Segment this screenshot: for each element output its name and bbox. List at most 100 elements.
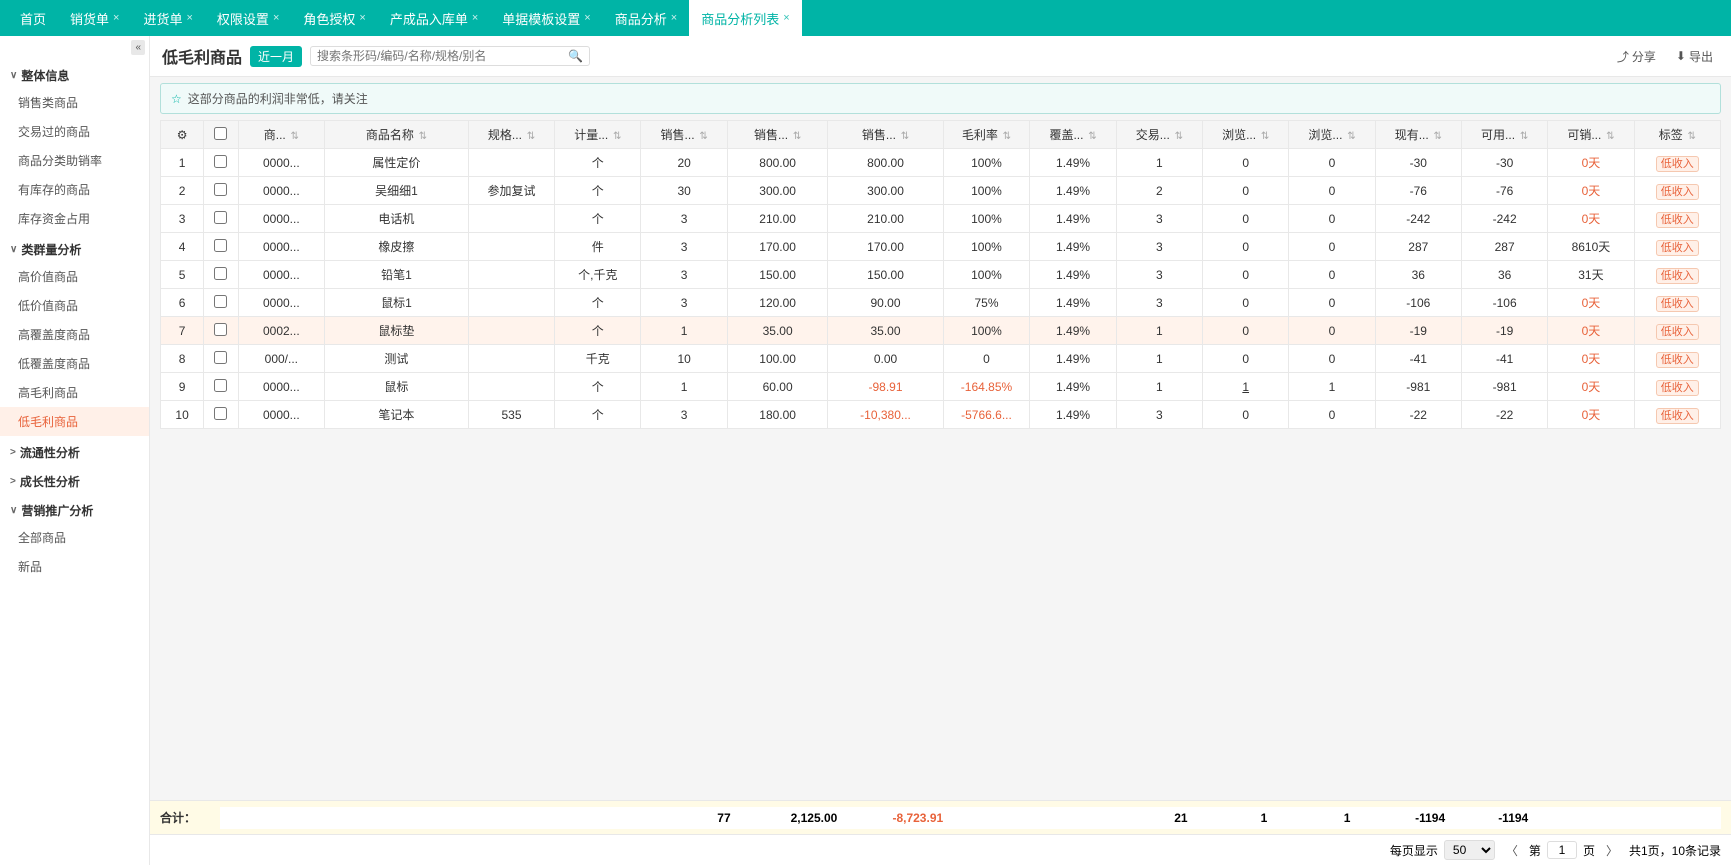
row-tag[interactable]: 低收入 <box>1634 177 1720 205</box>
nav-item-商品分析列表[interactable]: 商品分析列表× <box>689 0 801 36</box>
row-checkbox[interactable] <box>204 345 239 373</box>
row-select-checkbox[interactable] <box>214 155 227 168</box>
export-button[interactable]: ⬇ 导出 <box>1670 46 1719 67</box>
per-page-select[interactable]: 102050100 <box>1444 840 1495 860</box>
row-cover: 1.49% <box>1030 317 1116 345</box>
table-header-16[interactable]: 可销... ⇅ <box>1548 121 1634 149</box>
nav-item-权限设置[interactable]: 权限设置× <box>205 0 291 36</box>
close-icon[interactable]: × <box>359 12 365 24</box>
page-input[interactable] <box>1547 841 1577 859</box>
row-select-checkbox[interactable] <box>214 183 227 196</box>
row-checkbox[interactable] <box>204 149 239 177</box>
row-tag[interactable]: 低收入 <box>1634 149 1720 177</box>
nav-item-产成品入库单[interactable]: 产成品入库单× <box>378 0 490 36</box>
sidebar-item-高价值商品[interactable]: 高价值商品 <box>0 262 149 291</box>
sidebar-item-全部商品[interactable]: 全部商品 <box>0 523 149 552</box>
sidebar-item-低覆盖度商品[interactable]: 低覆盖度商品 <box>0 349 149 378</box>
nav-item-首页[interactable]: 首页 <box>8 0 58 36</box>
close-icon[interactable]: × <box>584 12 590 24</box>
row-view1-link[interactable]: 1 <box>1242 380 1249 394</box>
row-checkbox[interactable] <box>204 317 239 345</box>
row-view1: 0 <box>1203 401 1289 429</box>
row-tag[interactable]: 低收入 <box>1634 401 1720 429</box>
table-header-15[interactable]: 可用... ⇅ <box>1461 121 1547 149</box>
table-header-6[interactable]: 销售... ⇅ <box>641 121 727 149</box>
table-header-3[interactable]: 商品名称 ⇅ <box>324 121 468 149</box>
table-header-11[interactable]: 交易... ⇅ <box>1116 121 1202 149</box>
nav-item-进货单[interactable]: 进货单× <box>131 0 204 36</box>
sidebar-item-销售类商品[interactable]: 销售类商品 <box>0 88 149 117</box>
nav-item-单据模板设置[interactable]: 单据模板设置× <box>490 0 602 36</box>
sidebar-group-流通性分析[interactable]: >流通性分析 <box>0 436 149 465</box>
sidebar-group-成长性分析[interactable]: >成长性分析 <box>0 465 149 494</box>
row-checkbox[interactable] <box>204 261 239 289</box>
close-icon[interactable]: × <box>671 12 677 24</box>
nav-item-角色授权[interactable]: 角色授权× <box>291 0 377 36</box>
table-header-5[interactable]: 计量... ⇅ <box>555 121 641 149</box>
sidebar-item-低毛利商品[interactable]: 低毛利商品 <box>0 407 149 436</box>
row-select-checkbox[interactable] <box>214 407 227 420</box>
row-tag[interactable]: 低收入 <box>1634 373 1720 401</box>
select-all-checkbox[interactable] <box>214 127 227 140</box>
table-header-14[interactable]: 现有... ⇅ <box>1375 121 1461 149</box>
table-header-2[interactable]: 商... ⇅ <box>238 121 324 149</box>
row-select-checkbox[interactable] <box>214 239 227 252</box>
search-icon[interactable]: 🔍 <box>568 49 583 63</box>
sidebar-item-有库存的商品[interactable]: 有库存的商品 <box>0 175 149 204</box>
search-input[interactable] <box>317 49 568 63</box>
row-tag[interactable]: 低收入 <box>1634 261 1720 289</box>
row-tag[interactable]: 低收入 <box>1634 205 1720 233</box>
close-icon[interactable]: × <box>186 12 192 24</box>
share-button[interactable]: ⤴ 分享 <box>1611 46 1662 67</box>
sidebar-collapse-button[interactable]: « <box>131 40 145 55</box>
sidebar-group-类群量分析[interactable]: ∨类群量分析 <box>0 233 149 262</box>
close-icon[interactable]: × <box>113 12 119 24</box>
row-select-checkbox[interactable] <box>214 211 227 224</box>
sidebar-group-整体信息[interactable]: ∨整体信息 <box>0 59 149 88</box>
row-checkbox[interactable] <box>204 401 239 429</box>
next-page-button[interactable]: 〉 <box>1601 841 1623 860</box>
row-tag[interactable]: 低收入 <box>1634 233 1720 261</box>
time-tag-button[interactable]: 近一月 <box>250 46 302 67</box>
sidebar-item-高毛利商品[interactable]: 高毛利商品 <box>0 378 149 407</box>
row-tag[interactable]: 低收入 <box>1634 289 1720 317</box>
row-checkbox[interactable] <box>204 373 239 401</box>
nav-item-商品分析[interactable]: 商品分析× <box>603 0 689 36</box>
table-header-10[interactable]: 覆盖... ⇅ <box>1030 121 1116 149</box>
settings-icon[interactable]: ⚙ <box>177 128 188 142</box>
sidebar-item-高覆盖度商品[interactable]: 高覆盖度商品 <box>0 320 149 349</box>
sidebar-group-营销推广分析[interactable]: ∨营销推广分析 <box>0 494 149 523</box>
row-tag[interactable]: 低收入 <box>1634 317 1720 345</box>
row-view1: 0 <box>1203 289 1289 317</box>
row-select-checkbox[interactable] <box>214 323 227 336</box>
table-header-12[interactable]: 浏览... ⇅ <box>1203 121 1289 149</box>
row-select-checkbox[interactable] <box>214 379 227 392</box>
row-checkbox[interactable] <box>204 289 239 317</box>
row-select-checkbox[interactable] <box>214 295 227 308</box>
row-checkbox[interactable] <box>204 233 239 261</box>
table-header-4[interactable]: 规格... ⇅ <box>468 121 554 149</box>
table-header-17[interactable]: 标签 ⇅ <box>1634 121 1720 149</box>
row-tag[interactable]: 低收入 <box>1634 345 1720 373</box>
close-icon[interactable]: × <box>783 12 789 24</box>
sidebar-item-商品分类助销率[interactable]: 商品分类助销率 <box>0 146 149 175</box>
row-select-checkbox[interactable] <box>214 351 227 364</box>
row-sales-amount: 150.00 <box>727 261 828 289</box>
table-header-9[interactable]: 毛利率 ⇅ <box>943 121 1030 149</box>
sidebar-item-交易过的商品[interactable]: 交易过的商品 <box>0 117 149 146</box>
row-spec <box>468 233 554 261</box>
close-icon[interactable]: × <box>273 12 279 24</box>
row-checkbox[interactable] <box>204 205 239 233</box>
row-checkbox[interactable] <box>204 177 239 205</box>
row-select-checkbox[interactable] <box>214 267 227 280</box>
sidebar-item-低价值商品[interactable]: 低价值商品 <box>0 291 149 320</box>
prev-page-button[interactable]: 〈 <box>1501 841 1523 860</box>
row-view1[interactable]: 1 <box>1203 373 1289 401</box>
table-header-13[interactable]: 浏览... ⇅ <box>1289 121 1375 149</box>
nav-item-销货单[interactable]: 销货单× <box>58 0 131 36</box>
table-header-8[interactable]: 销售... ⇅ <box>828 121 943 149</box>
close-icon[interactable]: × <box>472 12 478 24</box>
sidebar-item-库存资金占用[interactable]: 库存资金占用 <box>0 204 149 233</box>
table-header-7[interactable]: 销售... ⇅ <box>727 121 828 149</box>
sidebar-item-新品[interactable]: 新品 <box>0 552 149 581</box>
